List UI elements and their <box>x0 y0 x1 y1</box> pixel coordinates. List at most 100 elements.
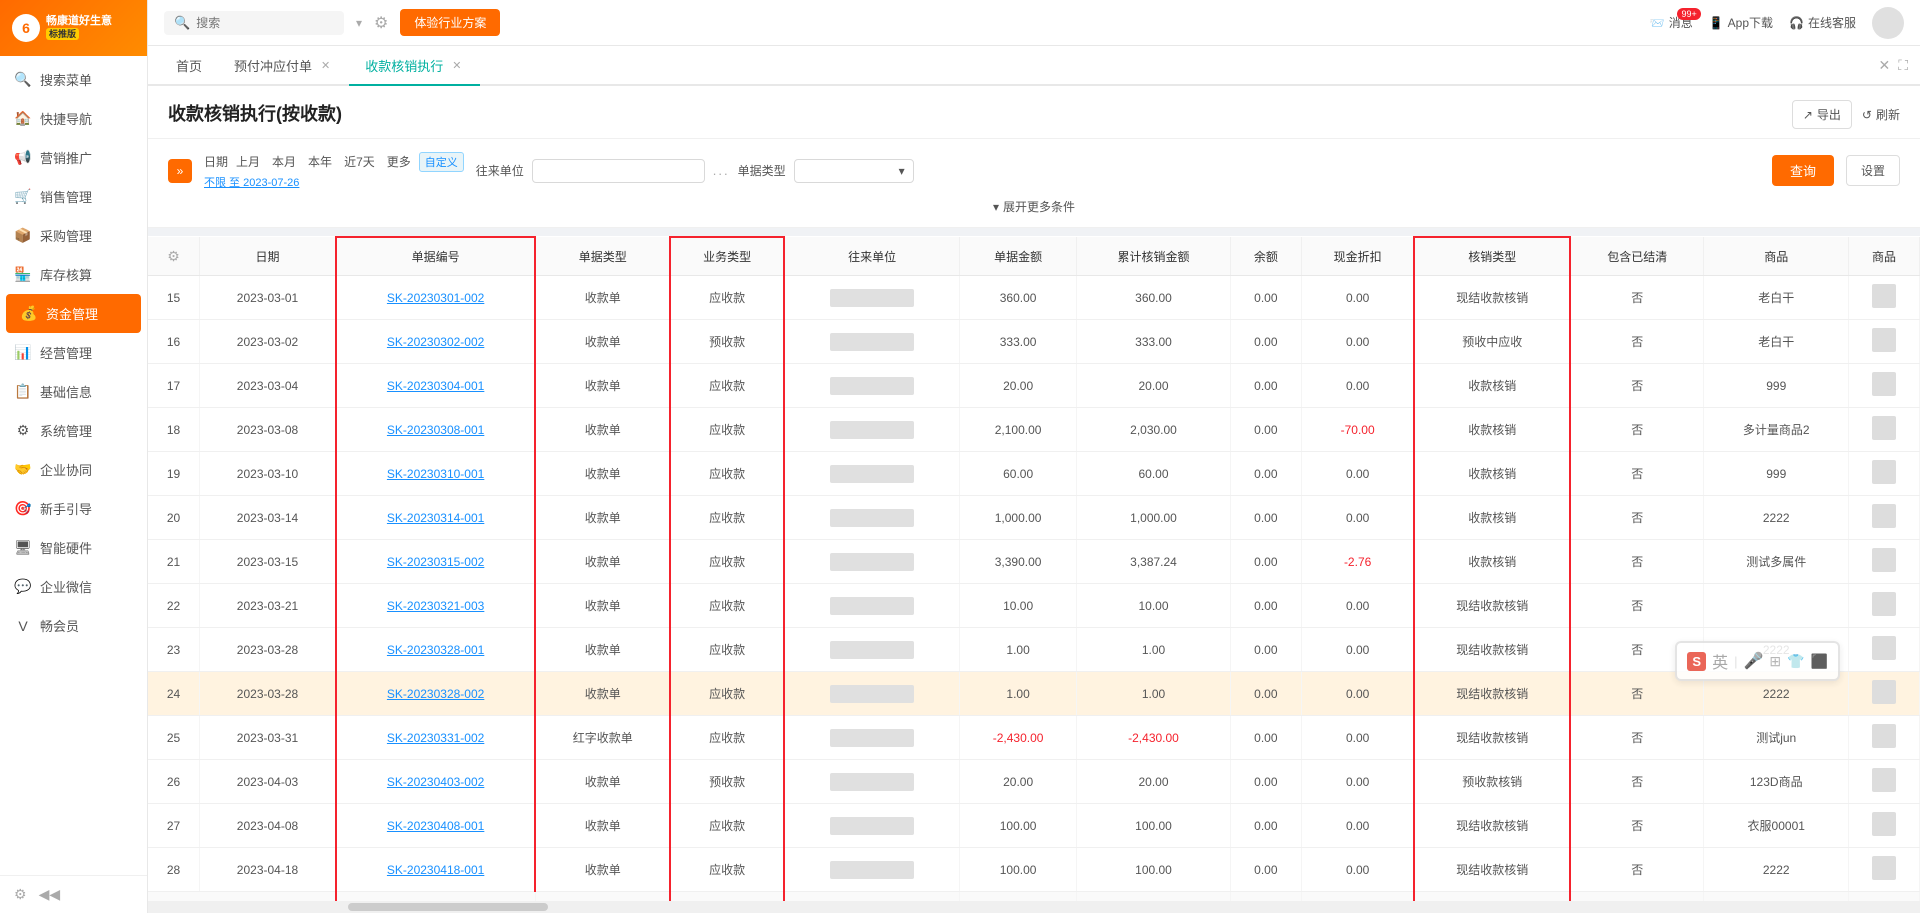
filter-expand-button[interactable]: » <box>168 159 192 183</box>
cell-date: 2023-03-28 <box>200 672 336 716</box>
cell-bill-no: SK-20230304-001 <box>336 364 535 408</box>
table-row: 28 2023-04-18 SK-20230418-001 收款单 应收款 ██… <box>148 848 1920 892</box>
bill-no-link[interactable]: SK-20230408-001 <box>387 819 484 833</box>
cell-bill-no: SK-20230321-003 <box>336 584 535 628</box>
export-button[interactable]: ↗ 导出 <box>1792 100 1852 129</box>
cell-total-offset: 100.00 <box>1077 848 1231 892</box>
expand-more-conditions-button[interactable]: ▾ 展开更多条件 <box>993 198 1075 215</box>
col-include-settled: 包含已结清 <box>1570 237 1704 276</box>
sidebar-item-member[interactable]: V 畅会员 <box>0 606 147 645</box>
cell-cash-discount: 0.00 <box>1301 760 1414 804</box>
sidebar-item-purchase[interactable]: 📦 采购管理 <box>0 216 147 255</box>
cell-biz-type: 应收款 <box>670 496 784 540</box>
bill-no-link[interactable]: SK-20230331-002 <box>387 731 484 745</box>
cell-biz-type: 应收款 <box>670 628 784 672</box>
tab-collection[interactable]: 收款核销执行 ✕ <box>349 46 480 86</box>
app-download-button[interactable]: 📱 App下载 <box>1709 14 1773 31</box>
filter-this-year[interactable]: 本年 <box>304 151 336 172</box>
sidebar-item-system[interactable]: ⚙ 系统管理 <box>0 411 147 450</box>
query-button[interactable]: 查询 <box>1772 155 1834 186</box>
cell-goods2 <box>1849 496 1920 540</box>
cell-id: 17 <box>148 364 200 408</box>
cell-date: 2023-03-15 <box>200 540 336 584</box>
bill-no-link[interactable]: SK-20230403-002 <box>387 775 484 789</box>
sidebar-item-guide[interactable]: 🎯 新手引导 <box>0 489 147 528</box>
sidebar-item-quick-nav[interactable]: 🏠 快捷导航 <box>0 99 147 138</box>
close-tab-icon[interactable]: ✕ <box>1878 57 1890 74</box>
cell-bill-amount: 10.00 <box>960 584 1077 628</box>
cell-goods: 衣服00001 <box>1704 804 1849 848</box>
home-icon: 🏠 <box>14 110 32 127</box>
sidebar-item-operations[interactable]: 📊 经营管理 <box>0 333 147 372</box>
chart-icon: 📊 <box>14 344 32 361</box>
tab-collection-close-icon[interactable]: ✕ <box>449 58 464 73</box>
messages-button[interactable]: 📨 消息 99+ <box>1650 14 1693 31</box>
cell-total-offset: 333.00 <box>1077 320 1231 364</box>
bill-no-link[interactable]: SK-20230302-002 <box>387 335 484 349</box>
collapse-icon[interactable]: ◀◀ <box>39 886 61 903</box>
filter-more[interactable]: 更多 <box>383 151 415 172</box>
tab-prepay-close-icon[interactable]: ✕ <box>318 58 333 73</box>
cell-bill-amount: 3,390.00 <box>960 540 1077 584</box>
cell-biz-type: 应收款 <box>670 584 784 628</box>
scrollbar-thumb[interactable] <box>348 903 548 911</box>
filter-date-row: 日期 上月 本月 本年 近7天 更多 自定义 <box>204 151 464 172</box>
table-header-row: ⚙ 日期 单据编号 单据类型 业务类型 往来单位 单据金额 累计核销金额 余额 … <box>148 237 1920 276</box>
topbar-gear-icon[interactable]: ⚙ <box>374 13 388 33</box>
bill-no-link[interactable]: SK-20230418-001 <box>387 863 484 877</box>
sidebar-item-wechat[interactable]: 💬 企业微信 <box>0 567 147 606</box>
filter-custom-button[interactable]: 自定义 <box>419 152 464 172</box>
table-body: 15 2023-03-01 SK-20230301-002 收款单 应收款 ██… <box>148 276 1920 892</box>
sidebar-item-search[interactable]: 🔍 搜索菜单 <box>0 60 147 99</box>
tab-prepay[interactable]: 预付冲应付单 ✕ <box>218 46 349 86</box>
user-avatar[interactable] <box>1872 7 1904 39</box>
bill-type-select[interactable]: ▾ <box>794 159 914 183</box>
sidebar-item-finance[interactable]: 💰 资金管理 <box>6 294 141 333</box>
sidebar: 6 畅康道好生意 标推版 🔍 搜索菜单 🏠 快捷导航 📢 营销推广 🛒 销售管理… <box>0 0 148 913</box>
monitor-icon: 🖥 <box>14 539 32 556</box>
horizontal-scrollbar[interactable] <box>148 901 1920 913</box>
sidebar-item-enterprise[interactable]: 🤝 企业协同 <box>0 450 147 489</box>
filter-last-7days[interactable]: 近7天 <box>340 151 379 172</box>
filter-this-month[interactable]: 本月 <box>268 151 300 172</box>
table-row: 20 2023-03-14 SK-20230314-001 收款单 应收款 ██… <box>148 496 1920 540</box>
bill-no-link[interactable]: SK-20230321-003 <box>387 599 484 613</box>
maximize-icon[interactable]: ⛶ <box>1898 57 1908 74</box>
cell-counterparty: ████████ <box>784 452 959 496</box>
refresh-button[interactable]: ↺ 刷新 <box>1862 106 1900 123</box>
counterparty-input[interactable] <box>532 159 705 183</box>
dropdown-arrow-icon[interactable]: ▾ <box>356 16 362 30</box>
bill-no-link[interactable]: SK-20230310-001 <box>387 467 484 481</box>
industry-solution-button[interactable]: 体验行业方案 <box>400 9 500 36</box>
topbar-search-box[interactable]: 🔍 <box>164 11 344 35</box>
bill-no-link[interactable]: SK-20230308-001 <box>387 423 484 437</box>
filter-date-group: 日期 上月 本月 本年 近7天 更多 自定义 不限 至 2023-07-26 <box>204 151 464 190</box>
col-gear[interactable]: ⚙ <box>148 237 200 276</box>
cell-offset-type: 现结收款核销 <box>1414 276 1570 320</box>
cell-counterparty: ████████ <box>784 364 959 408</box>
online-service-button[interactable]: 🎧 在线客服 <box>1789 14 1856 31</box>
sidebar-item-hardware[interactable]: 🖥 智能硬件 <box>0 528 147 567</box>
cell-bill-amount: -2,430.00 <box>960 716 1077 760</box>
cell-date: 2023-03-21 <box>200 584 336 628</box>
cell-date: 2023-03-14 <box>200 496 336 540</box>
bill-no-link[interactable]: SK-20230304-001 <box>387 379 484 393</box>
sidebar-item-sales[interactable]: 🛒 销售管理 <box>0 177 147 216</box>
settings-button[interactable]: 设置 <box>1846 155 1900 186</box>
settings-bottom-icon[interactable]: ⚙ <box>14 886 27 903</box>
cell-date: 2023-03-01 <box>200 276 336 320</box>
sidebar-item-marketing[interactable]: 📢 营销推广 <box>0 138 147 177</box>
sidebar-item-basic-info[interactable]: 📋 基础信息 <box>0 372 147 411</box>
phone-icon: 📱 <box>1709 16 1724 30</box>
col-cash-discount: 现金折扣 <box>1301 237 1414 276</box>
sidebar-item-inventory[interactable]: 🏪 库存核算 <box>0 255 147 294</box>
bill-no-link[interactable]: SK-20230328-002 <box>387 687 484 701</box>
bill-no-link[interactable]: SK-20230315-002 <box>387 555 484 569</box>
bill-no-link[interactable]: SK-20230301-002 <box>387 291 484 305</box>
tab-home[interactable]: 首页 <box>160 46 218 86</box>
search-input[interactable] <box>196 16 316 30</box>
bill-no-link[interactable]: SK-20230328-001 <box>387 643 484 657</box>
bill-no-link[interactable]: SK-20230314-001 <box>387 511 484 525</box>
col-goods2: 商品 <box>1849 237 1920 276</box>
filter-last-month[interactable]: 上月 <box>232 151 264 172</box>
